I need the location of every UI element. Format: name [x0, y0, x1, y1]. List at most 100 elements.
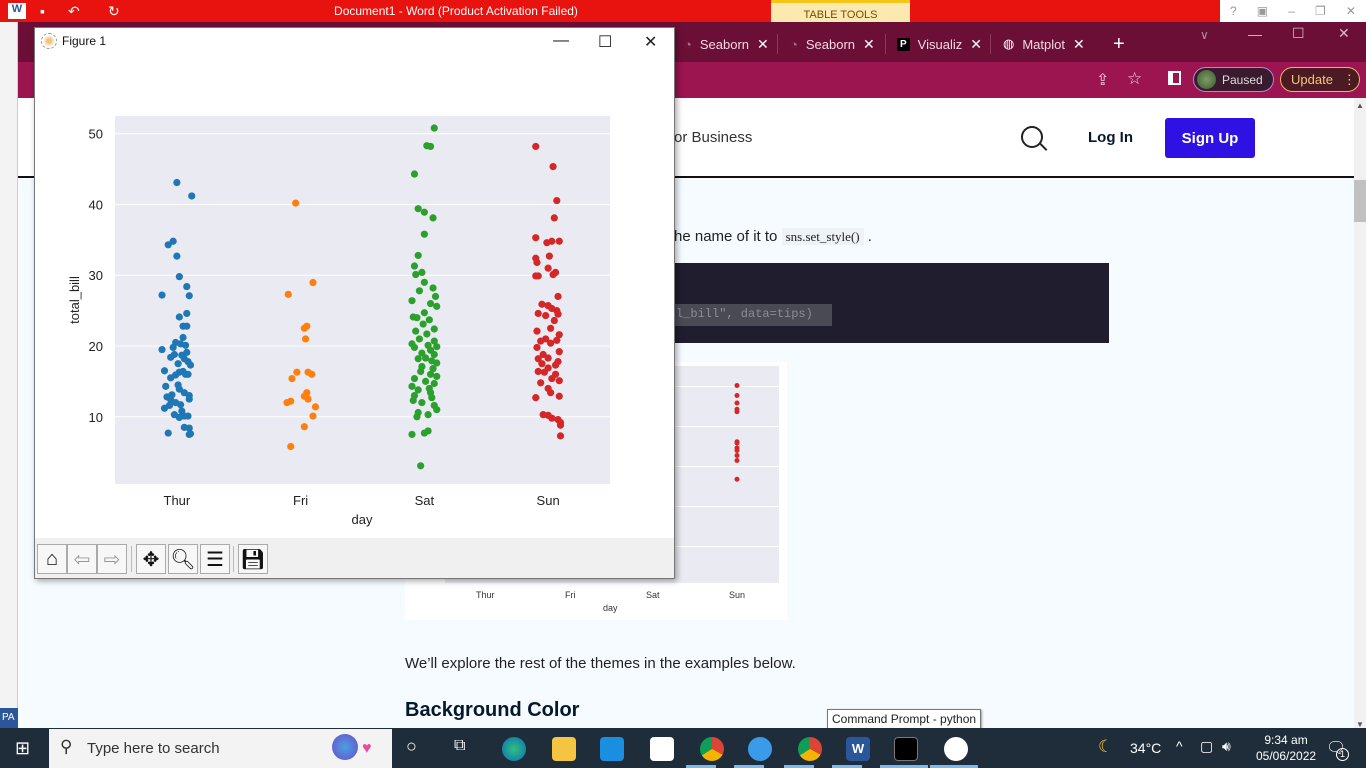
data-point-sat [414, 205, 422, 213]
chrome-icon[interactable] [700, 737, 724, 761]
data-point-sat [413, 413, 421, 421]
data-point-sun [543, 239, 551, 247]
data-point-fri [300, 423, 308, 431]
data-point-sun [555, 377, 563, 385]
home-button[interactable]: ⌂ [37, 544, 67, 574]
data-point-sun [555, 237, 563, 245]
data-point-thur [169, 343, 177, 352]
data-point-sat [417, 367, 425, 376]
taskbar-tooltip: Command Prompt - python [827, 709, 982, 729]
hidden-icons-chevron-icon[interactable]: ^ [1176, 738, 1183, 754]
edge-icon[interactable] [502, 737, 526, 761]
data-point-thur [174, 360, 182, 368]
x-tick-label: Sun [537, 493, 560, 508]
forward-button[interactable]: ⇨ [97, 544, 127, 574]
taskbar-clock[interactable]: 9:34 am 05/06/2022 [1256, 732, 1316, 764]
data-point-sun [544, 354, 552, 362]
data-point-thur [160, 367, 169, 375]
arrow-left-icon: ⇦ [73, 548, 91, 571]
x-tick-label: Fri [293, 493, 308, 508]
data-point-sat [420, 309, 428, 317]
data-point-sun [550, 316, 558, 325]
data-point-sat [425, 316, 433, 324]
data-point-fri [304, 395, 312, 403]
save-figure-button[interactable]: 💾︎ [238, 544, 268, 574]
messenger-icon[interactable] [748, 737, 772, 761]
weather-temperature[interactable]: 34°C [1130, 740, 1161, 756]
matplotlib-taskbar-icon[interactable] [944, 737, 968, 761]
data-point-sat [424, 427, 432, 435]
windows-start-icon[interactable]: ⊞ [15, 738, 30, 759]
data-point-thur [164, 241, 172, 249]
data-point-sat [415, 335, 424, 343]
task-view-icon[interactable]: ⧉ [454, 737, 465, 755]
data-point-thur [167, 353, 175, 361]
toolbar-separator [233, 546, 234, 572]
data-point-sun [537, 337, 545, 345]
data-point-fri [311, 403, 320, 411]
data-point-thur [186, 430, 195, 438]
data-point-thur [184, 412, 192, 420]
data-point-thur [160, 404, 169, 412]
data-point-sat [409, 396, 417, 405]
data-point-sun [554, 310, 562, 318]
pan-button[interactable]: ✥ [136, 544, 166, 574]
data-point-thur [164, 429, 172, 437]
data-point-sun [542, 311, 550, 320]
stripplot-chart: 10 20 30 40 50 Thur Fri Sat Sun total_bill day [67, 116, 610, 527]
word-icon[interactable]: W [846, 737, 870, 761]
mail-icon[interactable] [600, 737, 624, 761]
data-point-thur [158, 345, 166, 354]
data-point-sun [556, 432, 565, 440]
data-point-thur [185, 395, 193, 403]
weather-icon[interactable]: ☾ [1098, 737, 1113, 757]
command-prompt-icon[interactable] [894, 737, 918, 761]
data-point-sat [426, 299, 435, 308]
data-point-thur [179, 333, 187, 342]
data-point-fri [309, 278, 317, 287]
data-point-fri [308, 370, 316, 378]
data-point-sat [408, 382, 416, 390]
data-point-sat [410, 262, 419, 270]
data-point-sat [426, 370, 435, 378]
data-point-sat [420, 230, 428, 238]
meet-now-icon[interactable]: ▢ [1200, 738, 1213, 755]
configure-subplots-button[interactable]: ☰ [200, 544, 230, 574]
back-button[interactable]: ⇦ [67, 544, 97, 574]
data-point-sat [429, 284, 437, 292]
search-highlight-globe-icon [332, 734, 358, 760]
file-explorer-icon[interactable] [552, 737, 576, 761]
sliders-icon: ☰ [206, 548, 224, 571]
data-point-sun [533, 327, 541, 335]
data-point-sat [433, 343, 441, 351]
data-point-sat [426, 142, 435, 151]
search-icon: ⚲ [60, 737, 73, 756]
data-point-thur [173, 178, 181, 187]
data-point-sat [430, 124, 438, 132]
data-point-thur [167, 374, 175, 382]
data-point-fri [293, 368, 301, 376]
volume-icon[interactable]: 🔊︎ [1222, 738, 1231, 755]
data-point-sun [532, 142, 540, 151]
data-point-sun [533, 258, 541, 267]
data-point-sat [428, 394, 436, 402]
store-icon[interactable] [650, 737, 674, 761]
data-point-sun [553, 196, 561, 205]
data-point-thur [185, 292, 193, 300]
data-point-sun [554, 292, 562, 301]
data-point-thur [188, 192, 196, 200]
data-point-sat [414, 355, 422, 363]
data-point-fri [292, 199, 300, 207]
chrome-icon[interactable] [798, 737, 822, 761]
data-point-sat [430, 350, 438, 359]
data-point-fri [300, 324, 308, 332]
y-tick-label: 20 [89, 339, 103, 354]
data-point-sun [544, 264, 552, 272]
data-point-sun [551, 361, 560, 369]
magnifier-icon: 🔍︎ [170, 548, 196, 571]
heart-icon: ♥ [362, 740, 372, 757]
cortana-icon[interactable]: ○ [406, 736, 417, 757]
data-point-sun [556, 421, 565, 429]
data-point-sun [534, 309, 542, 318]
zoom-button[interactable]: 🔍︎ [168, 544, 198, 574]
